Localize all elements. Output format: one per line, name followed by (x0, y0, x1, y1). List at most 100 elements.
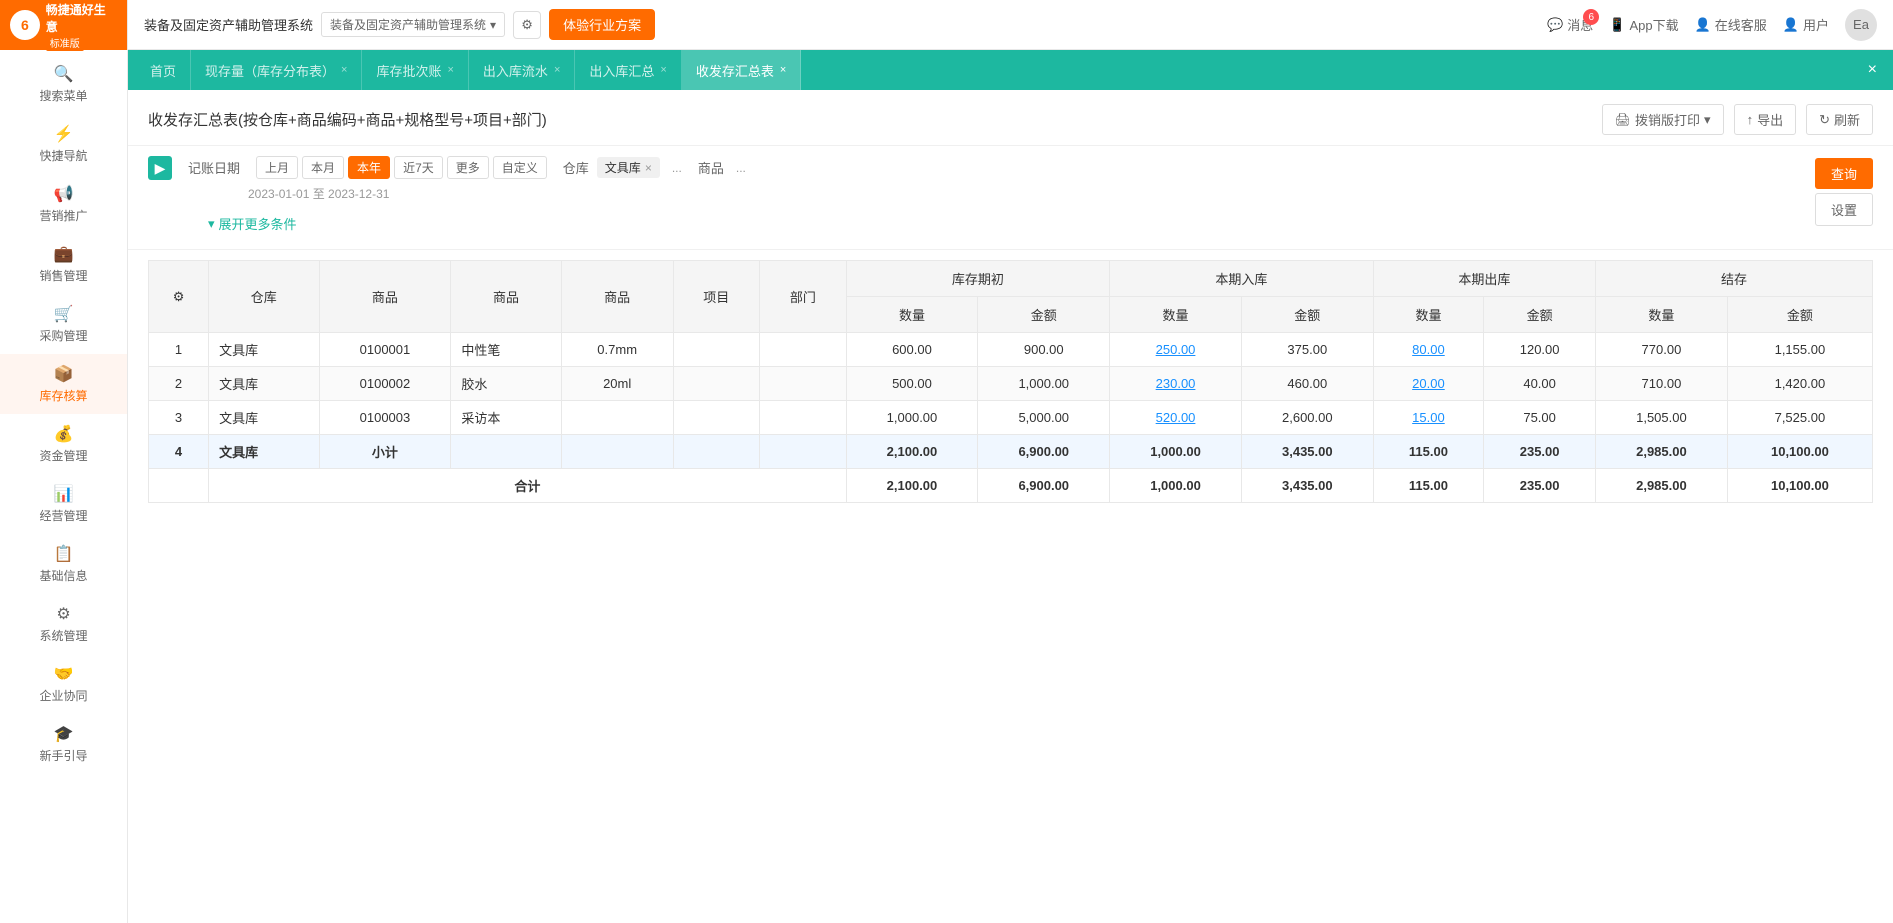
topbar-left: 装备及固定资产辅助管理系统 装备及固定资产辅助管理系统 ▾ ⚙ 体验行业方案 (144, 9, 655, 40)
sidebar-item-5[interactable]: 📦库存核算 (0, 354, 127, 414)
online-service-button[interactable]: 👤 在线客服 (1695, 15, 1767, 34)
tab-5[interactable]: 收发存汇总表× (682, 50, 801, 90)
tab-0[interactable]: 首页 (136, 50, 191, 90)
date-btn-近7天[interactable]: 近7天 (394, 156, 443, 179)
date-btn-本年[interactable]: 本年 (348, 156, 390, 179)
query-button[interactable]: 查询 (1815, 158, 1873, 189)
sidebar-item-6[interactable]: 💰 资金管理 (0, 414, 127, 474)
main-content: 装备及固定资产辅助管理系统 装备及固定资产辅助管理系统 ▾ ⚙ 体验行业方案 💬… (128, 0, 1893, 923)
refresh-button[interactable]: ↻ 刷新 (1806, 104, 1873, 135)
row-spec-3 (561, 435, 673, 469)
experience-button[interactable]: 体验行业方案 (549, 9, 655, 40)
sidebar-item-11[interactable]: 🎓新手引导 (0, 714, 127, 774)
goods-more[interactable]: ... (736, 161, 746, 175)
row-in-qty-2[interactable]: 520.00 (1110, 401, 1242, 435)
footer-label: 合计 (209, 469, 846, 503)
sidebar-item-7[interactable]: 📊经营管理 (0, 474, 127, 534)
sidebar-item-0[interactable]: 🔍搜索菜单 (0, 54, 127, 114)
row-out-qty-1[interactable]: 20.00 (1373, 367, 1484, 401)
sidebar-label-2: 营销推广 (39, 207, 87, 224)
system-title-dropdown[interactable]: 装备及固定资产辅助管理系统 ▾ (321, 12, 505, 37)
sidebar-item-8[interactable]: 📋基础信息 (0, 534, 127, 594)
filter-toggle-button[interactable]: ▶ (148, 156, 172, 180)
app-download-button[interactable]: 📱 App下载 (1609, 15, 1678, 34)
expand-icon: ▾ (208, 216, 215, 232)
tab-2[interactable]: 库存批次账 × (362, 50, 468, 90)
sidebar-icon-6: 💰 (54, 424, 74, 444)
tab-label-3: 出入库流水 (483, 61, 548, 80)
user-ea-button[interactable]: Ea (1845, 9, 1877, 41)
row-bal-qty-1: 710.00 (1596, 367, 1728, 401)
row-open-amt-1: 1,000.00 (978, 367, 1110, 401)
row-dept-1 (760, 367, 847, 401)
in-qty-header: 数量 (1110, 297, 1242, 333)
row-dept-3 (760, 435, 847, 469)
sidebar-item-10[interactable]: 🤝企业协同 (0, 654, 127, 714)
row-out-qty-3: 115.00 (1373, 435, 1484, 469)
tab-label-1: 现存量（库存分布表） (205, 61, 335, 80)
row-out-qty-0[interactable]: 80.00 (1373, 333, 1484, 367)
date-btn-上月[interactable]: 上月 (256, 156, 298, 179)
tabs-close-all-button[interactable]: × (1860, 61, 1885, 79)
row-no-2: 3 (149, 401, 209, 435)
tab-close-4[interactable]: × (660, 64, 666, 76)
date-btn-本月[interactable]: 本月 (302, 156, 344, 179)
bal-amt-header: 金额 (1727, 297, 1872, 333)
row-in-amt-1: 460.00 (1241, 367, 1373, 401)
row-in-qty-1[interactable]: 230.00 (1110, 367, 1242, 401)
sidebar-icon-11: 🎓 (54, 724, 74, 744)
table-row-2: 3 文具库 0100003 采访本 1,000.00 5,000.00 520.… (149, 401, 1873, 435)
user-button[interactable]: 👤 用户 (1783, 15, 1829, 34)
tab-close-1[interactable]: × (341, 64, 347, 76)
tab-label-2: 库存批次账 (376, 61, 441, 80)
row-code-2: 0100003 (319, 401, 451, 435)
settings-column-header[interactable]: ⚙ (149, 261, 209, 333)
settings-gear-button[interactable]: ⚙ (513, 11, 541, 39)
table-area: ⚙ 仓库 商品 商品 商品 项目 部门 库存期初 本期入库 本期出库 结存 (128, 260, 1893, 523)
row-out-qty-2[interactable]: 15.00 (1373, 401, 1484, 435)
print-icon: 🖨 (1615, 112, 1632, 128)
warehouse-more[interactable]: ... (672, 161, 682, 175)
page-content: 收发存汇总表(按仓库+商品编码+商品+规格型号+项目+部门) 🖨 拨销版打印 ▾… (128, 90, 1893, 923)
filter-main: 记账日期 上月本月本年近7天更多自定义 仓库 文具库 × ... 商品 (188, 156, 1799, 239)
tab-close-3[interactable]: × (554, 64, 560, 76)
tab-1[interactable]: 现存量（库存分布表） × (191, 50, 362, 90)
row-open-amt-3: 6,900.00 (978, 435, 1110, 469)
tab-bar: 首页现存量（库存分布表）×库存批次账×出入库流水×出入库汇总×收发存汇总表×× (128, 50, 1893, 90)
row-warehouse-0: 文具库 (209, 333, 319, 367)
sidebar-item-2[interactable]: 📢营销推广 (0, 174, 127, 234)
logo-text: 畅捷通好生意 标准版 (46, 1, 117, 50)
tab-3[interactable]: 出入库流水 × (469, 50, 575, 90)
tab-close-2[interactable]: × (447, 64, 453, 76)
sidebar-icon-0: 🔍 (54, 64, 74, 84)
tab-close-5[interactable]: × (780, 64, 786, 76)
warehouse-label: 仓库 (563, 158, 589, 177)
export-button[interactable]: ↑ 导出 (1734, 104, 1797, 135)
sidebar-item-9[interactable]: ⚙系统管理 (0, 594, 127, 654)
query-buttons: 查询 设置 (1815, 156, 1873, 226)
row-in-qty-0[interactable]: 250.00 (1110, 333, 1242, 367)
row-in-amt-3: 3,435.00 (1241, 435, 1373, 469)
print-button[interactable]: 🖨 拨销版打印 ▾ (1602, 104, 1724, 135)
footer-in-qty: 1,000.00 (1110, 469, 1242, 503)
table-row-3: 4 文具库 小计 2,100.00 6,900.00 1,000.00 3,43… (149, 435, 1873, 469)
date-btn-自定义[interactable]: 自定义 (493, 156, 547, 179)
tab-label-4: 出入库汇总 (589, 61, 654, 80)
date-btn-更多[interactable]: 更多 (447, 156, 489, 179)
sidebar-item-4[interactable]: 🛒采购管理 (0, 294, 127, 354)
warehouse-remove-icon[interactable]: × (645, 161, 652, 175)
warehouse-tag[interactable]: 文具库 × (597, 157, 660, 178)
row-bal-amt-3: 10,100.00 (1727, 435, 1872, 469)
column-settings-button[interactable]: 设置 (1815, 193, 1873, 226)
table-row-1: 2 文具库 0100002 胶水 20ml 500.00 1,000.00 23… (149, 367, 1873, 401)
warehouse-column-header: 仓库 (209, 261, 319, 333)
sidebar-item-3[interactable]: 💼销售管理 (0, 234, 127, 294)
message-button[interactable]: 💬 消息 6 (1547, 15, 1593, 34)
table-settings-icon: ⚙ (173, 289, 185, 304)
sidebar-label-6: 资金管理 (39, 447, 87, 464)
out-amt-header: 金额 (1484, 297, 1596, 333)
tab-4[interactable]: 出入库汇总 × (575, 50, 681, 90)
row-project-2 (673, 401, 760, 435)
sidebar-item-1[interactable]: ⚡快捷导航 (0, 114, 127, 174)
expand-more-button[interactable]: ▾ 展开更多条件 (188, 208, 1799, 239)
